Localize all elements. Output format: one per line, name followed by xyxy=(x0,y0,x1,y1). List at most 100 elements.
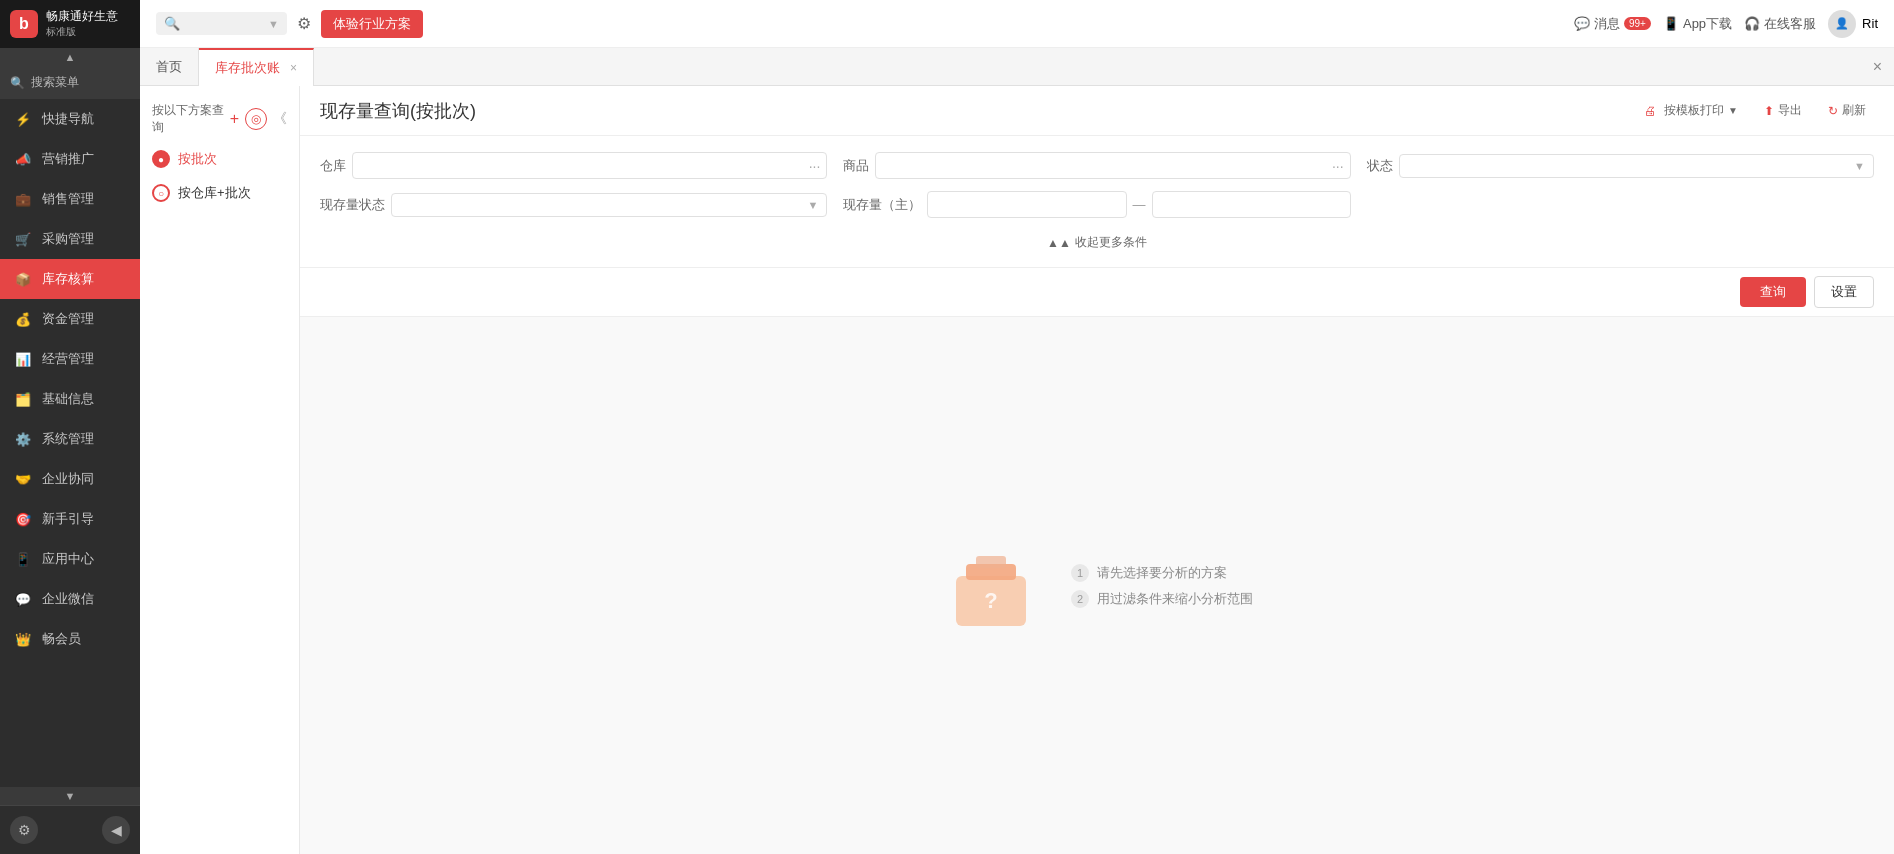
sidebar-item-apps[interactable]: 📱 应用中心 xyxy=(0,539,140,579)
sidebar-item-inventory[interactable]: 📦 库存核算 xyxy=(0,259,140,299)
refresh-btn[interactable]: ↻ 刷新 xyxy=(1820,98,1874,123)
filter-form: 仓库 ··· 商品 xyxy=(300,136,1894,268)
more-icon: ··· xyxy=(1332,158,1344,174)
sidebar-item-marketing[interactable]: 📣 营销推广 xyxy=(0,139,140,179)
filter-panel-title: 按以下方案查询 xyxy=(152,102,230,136)
sidebar-item-basic[interactable]: 🗂️ 基础信息 xyxy=(0,379,140,419)
sidebar-item-system[interactable]: ⚙️ 系统管理 xyxy=(0,419,140,459)
print-btn[interactable]: 🖨 按模板打印 ▼ xyxy=(1636,98,1746,123)
user-name: Rit xyxy=(1862,16,1878,31)
collapse-up-icon: ▲▲ xyxy=(1047,236,1071,250)
vip-icon: 👑 xyxy=(14,630,32,648)
filter-item-by-batch[interactable]: ● 按批次 xyxy=(140,142,299,176)
target-icon: ◎ xyxy=(251,112,261,126)
messages-btn[interactable]: 💬 消息 99+ xyxy=(1574,15,1651,33)
sidebar-item-sales[interactable]: 💼 销售管理 xyxy=(0,179,140,219)
chevron-down-icon: ▼ xyxy=(807,199,818,211)
warehouse-input-actions[interactable]: ··· xyxy=(803,158,827,174)
sidebar-header: b 畅康通好生意 标准版 xyxy=(0,0,140,48)
sidebar-item-finance[interactable]: 💰 资金管理 xyxy=(0,299,140,339)
query-btn[interactable]: 查询 xyxy=(1740,277,1806,307)
empty-icon: ? xyxy=(941,536,1041,636)
filter-add-btn[interactable]: + xyxy=(230,110,239,128)
warehouse-field: 仓库 ··· xyxy=(320,152,827,179)
topbar-search-input[interactable] xyxy=(184,17,264,31)
tab-close-btn[interactable]: × xyxy=(290,61,297,75)
stock-qty-min-input[interactable] xyxy=(927,191,1126,218)
topbar: 🔍 ▼ ⚙ 体验行业方案 💬 消息 99+ 📱 App下载 🎧 在线客服 👤 R xyxy=(140,0,1894,48)
product-input-actions[interactable]: ··· xyxy=(1326,158,1350,174)
marketing-icon: 📣 xyxy=(14,150,32,168)
messages-badge: 99+ xyxy=(1624,17,1651,30)
sidebar-item-newbie[interactable]: 🎯 新手引导 xyxy=(0,499,140,539)
sidebar-item-label: 新手引导 xyxy=(42,510,94,528)
stock-qty-max-input[interactable] xyxy=(1152,191,1351,218)
collapse-icon: ◀ xyxy=(111,822,122,838)
warehouse-input-container: ··· xyxy=(352,152,827,179)
app-download-btn[interactable]: 📱 App下载 xyxy=(1663,15,1732,33)
sidebar-search[interactable]: 🔍 搜索菜单 xyxy=(0,66,140,99)
tab-home[interactable]: 首页 xyxy=(140,48,199,86)
tab-inventory-batch[interactable]: 库存批次账 × xyxy=(199,48,314,86)
filter-setting-btn[interactable]: ◎ xyxy=(245,108,267,130)
shortcuts-icon: ⚡ xyxy=(14,110,32,128)
sidebar-settings-btn[interactable]: ⚙ xyxy=(10,816,38,844)
topbar-gear-btn[interactable]: ⚙ xyxy=(297,14,311,33)
sidebar-item-label: 经营管理 xyxy=(42,350,94,368)
enterprise-icon: 🤝 xyxy=(14,470,32,488)
stock-status-label: 现存量状态 xyxy=(320,196,385,214)
newbie-icon: 🎯 xyxy=(14,510,32,528)
sidebar-item-purchase[interactable]: 🛒 采购管理 xyxy=(0,219,140,259)
stock-qty-field: 现存量（主） — xyxy=(843,191,1350,218)
sidebar-item-operations[interactable]: 📊 经营管理 xyxy=(0,339,140,379)
settings-btn[interactable]: 设置 xyxy=(1814,276,1874,308)
product-input[interactable] xyxy=(876,153,1326,178)
sidebar-scroll-up[interactable]: ▲ xyxy=(0,48,140,66)
product-input-container: ··· xyxy=(875,152,1350,179)
tabs-bar: 首页 库存批次账 × × xyxy=(140,48,1894,86)
sidebar-item-enterprise[interactable]: 🤝 企业协同 xyxy=(0,459,140,499)
sidebar-item-label: 应用中心 xyxy=(42,550,94,568)
sidebar-item-vip[interactable]: 👑 畅会员 xyxy=(0,619,140,659)
sidebar-collapse-btn[interactable]: ◀ xyxy=(102,816,130,844)
active-tab-label: 库存批次账 xyxy=(215,59,280,77)
sidebar-item-label: 系统管理 xyxy=(42,430,94,448)
filter-panel-header: 按以下方案查询 + ◎ 《 xyxy=(140,96,299,142)
export-label: 导出 xyxy=(1778,102,1802,119)
refresh-icon: ↻ xyxy=(1828,104,1838,118)
online-service-btn[interactable]: 🎧 在线客服 xyxy=(1744,15,1816,33)
service-icon: 🎧 xyxy=(1744,16,1760,31)
export-btn[interactable]: ⬆ 导出 xyxy=(1756,98,1810,123)
query-header-actions: 🖨 按模板打印 ▼ ⬆ 导出 ↻ 刷新 xyxy=(1636,98,1874,123)
status-field: 状态 ▼ xyxy=(1367,154,1874,178)
purchase-icon: 🛒 xyxy=(14,230,32,248)
panel-close-btn[interactable]: × xyxy=(1861,58,1894,76)
status-dropdown[interactable]: ▼ xyxy=(1399,154,1874,178)
stock-status-dropdown[interactable]: ▼ xyxy=(391,193,827,217)
topbar-actions: 💬 消息 99+ 📱 App下载 🎧 在线客服 👤 Rit xyxy=(1574,10,1878,38)
messages-label: 消息 xyxy=(1594,15,1620,33)
chevron-down-icon: ▼ xyxy=(1854,160,1865,172)
settings-icon: ⚙ xyxy=(18,822,31,838)
topbar-search-area[interactable]: 🔍 ▼ xyxy=(156,12,287,35)
query-area: 现存量查询(按批次) 🖨 按模板打印 ▼ ⬆ 导出 ↻ 刷新 xyxy=(300,86,1894,854)
empty-hint-item-1: 1 请先选择要分析的方案 xyxy=(1071,564,1253,582)
app-logo: b xyxy=(10,10,38,38)
product-label: 商品 xyxy=(843,157,869,175)
filter-item-by-warehouse-batch[interactable]: ○ 按仓库+批次 xyxy=(140,176,299,210)
experience-btn[interactable]: 体验行业方案 xyxy=(321,10,423,38)
filter-panel: 按以下方案查询 + ◎ 《 ● 按批次 ○ 按仓库+批次 xyxy=(140,86,300,854)
warehouse-input[interactable] xyxy=(353,153,803,178)
sidebar-item-label: 营销推广 xyxy=(42,150,94,168)
sidebar-scroll-down[interactable]: ▼ xyxy=(0,787,140,805)
sidebar-item-wechat[interactable]: 💬 企业微信 xyxy=(0,579,140,619)
user-menu[interactable]: 👤 Rit xyxy=(1828,10,1878,38)
product-field: 商品 ··· xyxy=(843,152,1350,179)
filter-collapse-btn[interactable]: 《 xyxy=(273,110,287,128)
sidebar-nav: ⚡ 快捷导航 📣 营销推广 💼 销售管理 🛒 采购管理 📦 库存核算 💰 资金管… xyxy=(0,99,140,787)
more-icon: ··· xyxy=(809,158,821,174)
collapse-more-btn[interactable]: ▲▲ 收起更多条件 xyxy=(320,230,1874,259)
sidebar-item-shortcuts[interactable]: ⚡ 快捷导航 xyxy=(0,99,140,139)
search-icon: 🔍 xyxy=(10,76,25,90)
sidebar-item-label: 畅会员 xyxy=(42,630,81,648)
